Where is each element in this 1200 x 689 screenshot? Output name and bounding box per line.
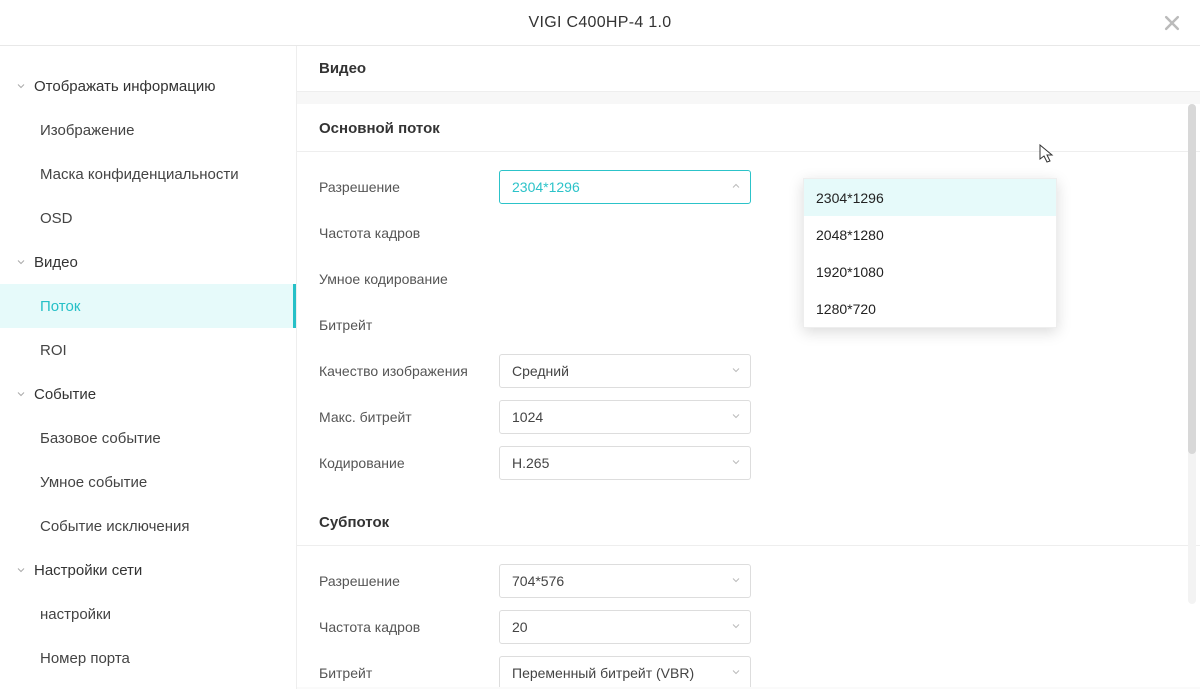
- form-row: Кодирование H.265: [297, 440, 1200, 486]
- sidebar-item[interactable]: Проброс порта: [0, 680, 296, 689]
- sidebar-item-label: Номер порта: [40, 650, 130, 667]
- titlebar: VIGI C400HP-4 1.0: [0, 0, 1200, 46]
- chevron-down-icon: [730, 409, 742, 425]
- form-row: Частота кадров: [297, 210, 1200, 256]
- select[interactable]: 2304*1296: [499, 170, 751, 204]
- select-value: 1024: [512, 409, 543, 425]
- form-row: Битрейт: [297, 302, 1200, 348]
- chevron-down-icon: [14, 80, 28, 92]
- select-value: 704*576: [512, 573, 564, 589]
- form-label: Частота кадров: [319, 225, 499, 241]
- dropdown-option[interactable]: 2048*1280: [804, 216, 1056, 253]
- scrollbar-thumb[interactable]: [1188, 104, 1196, 454]
- select[interactable]: 704*576: [499, 564, 751, 598]
- select-value: Переменный битрейт (VBR): [512, 665, 694, 681]
- dropdown-option[interactable]: 1280*720: [804, 290, 1056, 327]
- select-value: Средний: [512, 363, 569, 379]
- sidebar: Отображать информацию Изображение Маска ко…: [0, 46, 297, 689]
- form-row: Битрейт Переменный битрейт (VBR): [297, 650, 1200, 687]
- content-area: Отображать информацию Изображение Маска ко…: [0, 46, 1200, 689]
- sidebar-group-label: Событие: [34, 386, 96, 403]
- form-label: Кодирование: [319, 455, 499, 471]
- sidebar-item[interactable]: Маска конфиденциальности: [0, 152, 296, 196]
- main-stream-heading: Основной поток: [297, 104, 1200, 152]
- sidebar-item-label: настройки: [40, 606, 111, 623]
- select[interactable]: H.265: [499, 446, 751, 480]
- sidebar-item[interactable]: OSD: [0, 196, 296, 240]
- sidebar-group[interactable]: Видео: [0, 240, 296, 284]
- sidebar-group-label: Настройки сети: [34, 562, 142, 579]
- sidebar-item[interactable]: Умное событие: [0, 460, 296, 504]
- sidebar-item[interactable]: Событие исключения: [0, 504, 296, 548]
- sidebar-group-label: Отображать информацию: [34, 78, 215, 95]
- form-label: Частота кадров: [319, 619, 499, 635]
- form-row: Макс. битрейт 1024: [297, 394, 1200, 440]
- sidebar-item[interactable]: ROI: [0, 328, 296, 372]
- close-icon[interactable]: [1162, 13, 1182, 33]
- sub-stream-heading: Субпоток: [297, 498, 1200, 546]
- panel-scroll: Основной поток Разрешение 2304*1296 Частот…: [297, 92, 1200, 687]
- dropdown-option[interactable]: 1920*1080: [804, 253, 1056, 290]
- select[interactable]: Переменный битрейт (VBR): [499, 656, 751, 687]
- chevron-down-icon: [730, 665, 742, 681]
- form-row: Качество изображения Средний: [297, 348, 1200, 394]
- chevron-down-icon: [14, 564, 28, 576]
- chevron-down-icon: [730, 573, 742, 589]
- sidebar-group[interactable]: Событие: [0, 372, 296, 416]
- select[interactable]: 20: [499, 610, 751, 644]
- sidebar-group-label: Видео: [34, 254, 78, 271]
- form-label: Битрейт: [319, 665, 499, 681]
- sidebar-group[interactable]: Настройки сети: [0, 548, 296, 592]
- sidebar-item-label: Базовое событие: [40, 430, 161, 447]
- sidebar-item[interactable]: Базовое событие: [0, 416, 296, 460]
- form-label: Макс. битрейт: [319, 409, 499, 425]
- sidebar-item-label: Изображение: [40, 122, 135, 139]
- form-label: Разрешение: [319, 573, 499, 589]
- select[interactable]: Средний: [499, 354, 751, 388]
- form-label: Битрейт: [319, 317, 499, 333]
- main-panel: Видео Основной поток Разрешение 2304*1296…: [297, 46, 1200, 689]
- sidebar-item[interactable]: Поток: [0, 284, 296, 328]
- select-value: H.265: [512, 455, 549, 471]
- sidebar-item[interactable]: Изображение: [0, 108, 296, 152]
- panel-title: Видео: [297, 46, 1200, 92]
- sidebar-item-label: Событие исключения: [40, 518, 190, 535]
- mouse-cursor-icon: [1039, 144, 1055, 167]
- window-title: VIGI C400HP-4 1.0: [529, 14, 672, 32]
- form-row: Умное кодирование: [297, 256, 1200, 302]
- sidebar-item-label: Умное событие: [40, 474, 147, 491]
- chevron-down-icon: [730, 619, 742, 635]
- chevron-down-icon: [14, 388, 28, 400]
- sidebar-item-label: Маска конфиденциальности: [40, 166, 239, 183]
- form-label: Умное кодирование: [319, 271, 499, 287]
- form-row: Разрешение 2304*1296: [297, 164, 1200, 210]
- select-value: 20: [512, 619, 528, 635]
- sidebar-item-label: Поток: [40, 298, 80, 315]
- main-stream-rows: Разрешение 2304*1296 Частота кадров Умное к…: [297, 152, 1200, 498]
- form-row: Разрешение 704*576: [297, 558, 1200, 604]
- sidebar-item-label: OSD: [40, 210, 73, 227]
- form-row: Частота кадров 20: [297, 604, 1200, 650]
- sidebar-group[interactable]: Отображать информацию: [0, 64, 296, 108]
- chevron-down-icon: [730, 455, 742, 471]
- form-label: Разрешение: [319, 179, 499, 195]
- form-label: Качество изображения: [319, 363, 499, 379]
- chevron-down-icon: [730, 363, 742, 379]
- sub-stream-rows: Разрешение 704*576 Частота кадров 20 Битрейт…: [297, 546, 1200, 687]
- chevron-down-icon: [14, 256, 28, 268]
- resolution-dropdown[interactable]: 2304*12962048*12801920*10801280*720: [803, 178, 1057, 328]
- select[interactable]: 1024: [499, 400, 751, 434]
- dropdown-option[interactable]: 2304*1296: [804, 179, 1056, 216]
- select-value: 2304*1296: [512, 179, 580, 195]
- sidebar-item[interactable]: Номер порта: [0, 636, 296, 680]
- sidebar-item[interactable]: настройки: [0, 592, 296, 636]
- sidebar-item-label: ROI: [40, 342, 67, 359]
- scrollbar[interactable]: [1188, 104, 1196, 604]
- chevron-down-icon: [730, 179, 742, 195]
